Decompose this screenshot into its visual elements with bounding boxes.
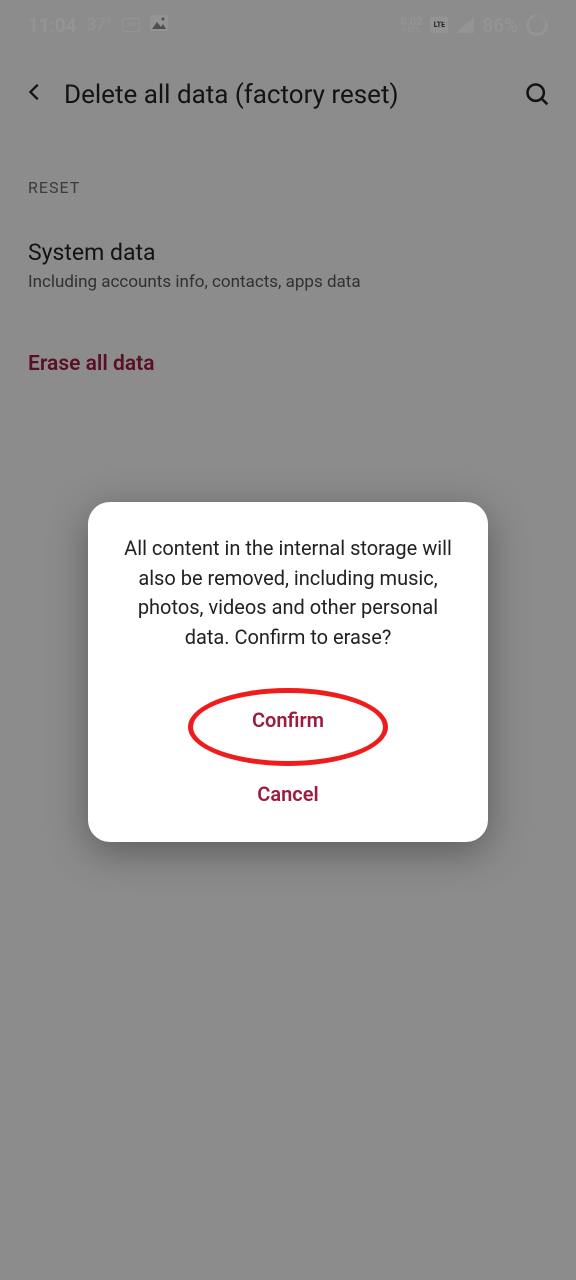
dialog-message: All content in the internal storage will…	[114, 534, 462, 652]
modal-overlay: All content in the internal storage will…	[0, 0, 576, 1280]
confirm-button[interactable]: Confirm	[114, 698, 462, 742]
cancel-button[interactable]: Cancel	[114, 772, 462, 816]
confirm-dialog: All content in the internal storage will…	[88, 502, 488, 842]
